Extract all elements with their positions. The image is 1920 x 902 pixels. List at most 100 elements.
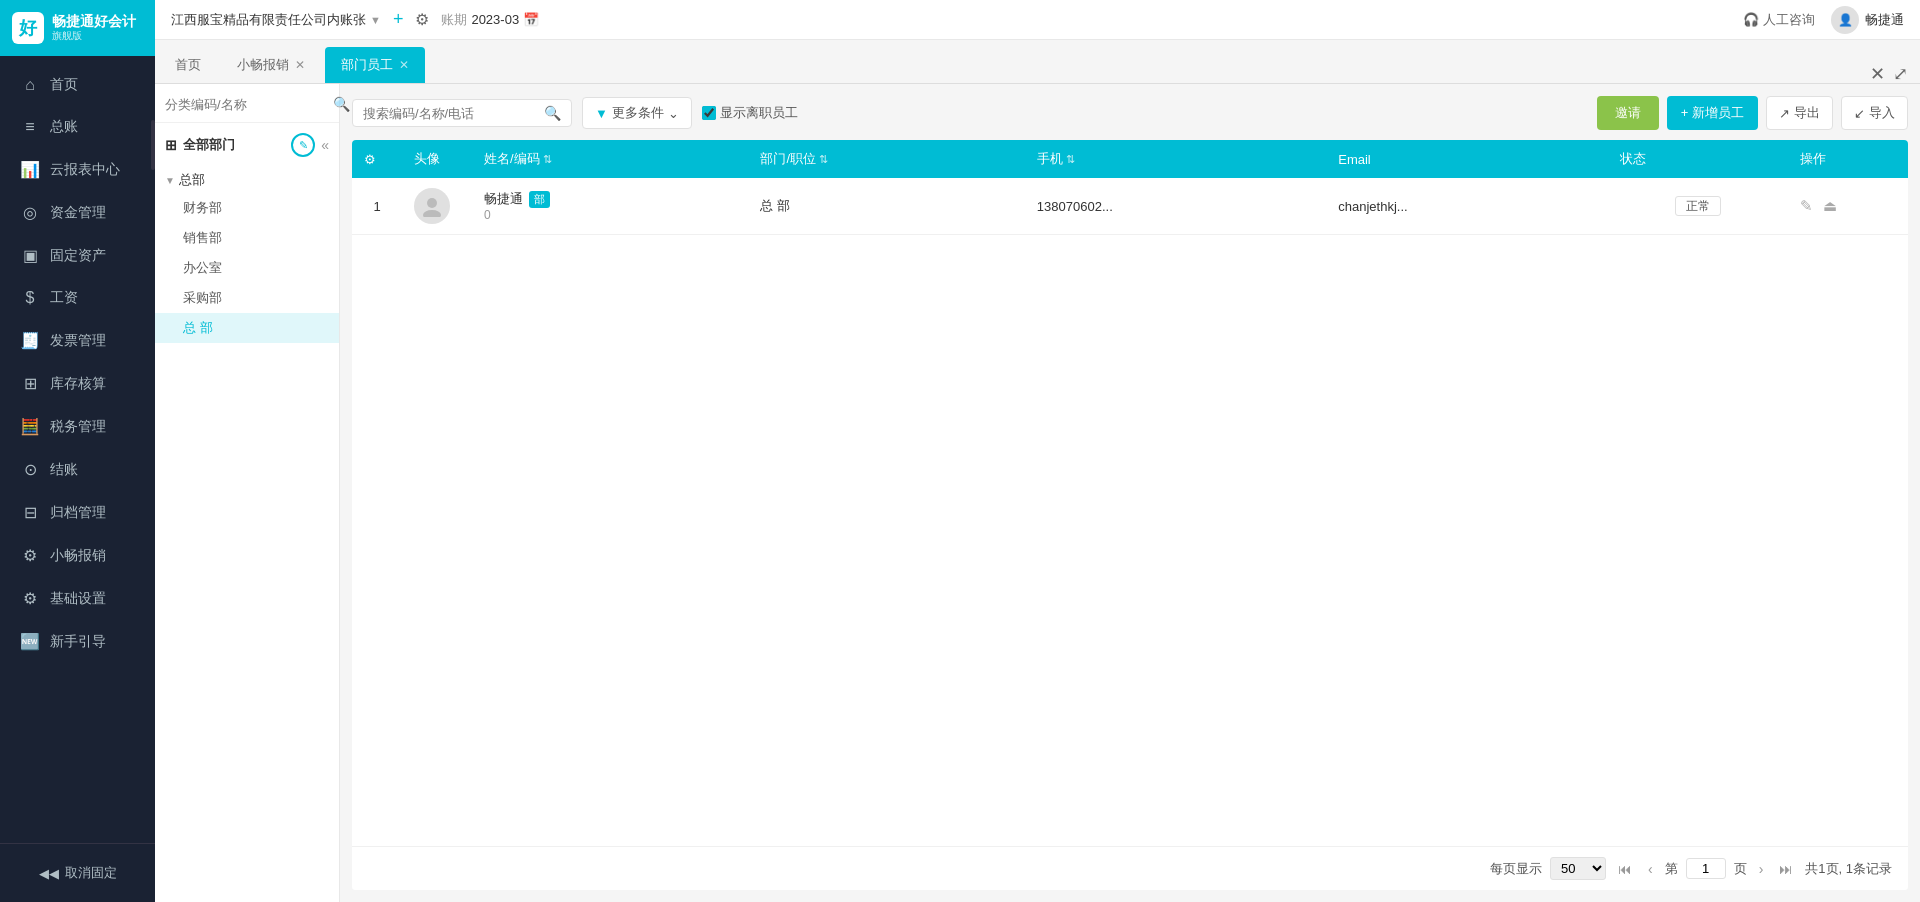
table-row: 1 畅捷通 xyxy=(352,178,1908,235)
employee-table: ⚙ 头像 姓名/编码⇅ 部门/职位⇅ 手机⇅ xyxy=(352,140,1908,235)
show-resigned-checkbox[interactable] xyxy=(702,106,716,120)
export-button[interactable]: ↗ 导出 xyxy=(1766,96,1833,130)
period-value: 2023-03 xyxy=(471,12,519,27)
col-action: 操作 xyxy=(1788,140,1908,178)
funds-icon: ◎ xyxy=(20,203,40,222)
dept-item-sales[interactable]: 销售部 xyxy=(155,223,339,253)
export-label: 导出 xyxy=(1794,104,1820,122)
company-selector[interactable]: 江西服宝精品有限责任公司内账张 ▼ xyxy=(171,11,381,29)
tab-xiaochang-close[interactable]: ✕ xyxy=(295,58,305,72)
col-settings[interactable]: ⚙ xyxy=(352,140,402,178)
inventory-icon: ⊞ xyxy=(20,374,40,393)
row-avatar xyxy=(402,178,472,235)
page-first-button[interactable]: ⏮ xyxy=(1614,859,1636,879)
dept-collapse-button[interactable]: « xyxy=(321,137,329,153)
dept-all-label[interactable]: ⊞ 全部部门 xyxy=(165,136,235,154)
xiaochang-icon: ⚙ xyxy=(20,546,40,565)
page-total: 共1页, 1条记录 xyxy=(1805,860,1892,878)
dept-search-input[interactable] xyxy=(165,97,333,112)
filter-label: 更多条件 xyxy=(612,104,664,122)
col-name[interactable]: 姓名/编码⇅ xyxy=(472,140,748,178)
dept-search-icon[interactable]: 🔍 xyxy=(333,96,350,112)
sidebar-item-guide[interactable]: 🆕 新手引导 xyxy=(0,620,155,663)
page-last-button[interactable]: ⏭ xyxy=(1775,859,1797,879)
sidebar-item-reports[interactable]: 📊 云报表中心 xyxy=(0,148,155,191)
sidebar-item-xiaochang[interactable]: ⚙ 小畅报销 xyxy=(0,534,155,577)
sidebar-item-funds[interactable]: ◎ 资金管理 xyxy=(0,191,155,234)
sidebar-item-assets[interactable]: ▣ 固定资产 xyxy=(0,234,155,277)
sidebar-item-settings[interactable]: ⚙ 基础设置 xyxy=(0,577,155,620)
calendar-icon[interactable]: 📅 xyxy=(523,12,539,27)
col-dept[interactable]: 部门/职位⇅ xyxy=(748,140,1024,178)
tab-dept-emp-close[interactable]: ✕ xyxy=(399,58,409,72)
page-next-button[interactable]: › xyxy=(1755,859,1768,879)
period-display: 账期 2023-03 📅 xyxy=(441,11,539,29)
dept-item-office[interactable]: 办公室 xyxy=(155,253,339,283)
sidebar-item-archive[interactable]: ⊟ 归档管理 xyxy=(0,491,155,534)
logo-icon: 好 xyxy=(12,12,44,44)
settings-col-icon: ⚙ xyxy=(364,152,376,167)
add-employee-button[interactable]: + 新增员工 xyxy=(1667,96,1758,130)
sidebar-bottom: ◀◀ 取消固定 xyxy=(0,843,155,902)
add-company-button[interactable]: + xyxy=(393,9,404,30)
sidebar-item-label: 税务管理 xyxy=(50,418,106,436)
salary-icon: $ xyxy=(20,289,40,307)
logout-employee-button[interactable]: ⏏ xyxy=(1823,197,1837,215)
page-prev-button[interactable]: ‹ xyxy=(1644,859,1657,879)
dept-item-general[interactable]: 总 部 xyxy=(155,313,339,343)
company-name: 江西服宝精品有限责任公司内账张 xyxy=(171,11,366,29)
avatar: 👤 xyxy=(1831,6,1859,34)
sidebar-item-close[interactable]: ⊙ 结账 xyxy=(0,448,155,491)
import-button[interactable]: ↙ 导入 xyxy=(1841,96,1908,130)
page-size-select[interactable]: 50 10 20 100 xyxy=(1550,857,1606,880)
emp-search-input[interactable] xyxy=(363,106,538,121)
tab-home[interactable]: 首页 xyxy=(159,47,217,83)
sidebar-item-inventory[interactable]: ⊞ 库存核算 xyxy=(0,362,155,405)
guide-icon: 🆕 xyxy=(20,632,40,651)
invite-button[interactable]: 邀请 xyxy=(1597,96,1659,130)
dept-header: ⊞ 全部部门 ✎ « xyxy=(155,123,339,163)
emp-search-box: 🔍 xyxy=(352,99,572,127)
sidebar-item-ledger[interactable]: ≡ 总账 xyxy=(0,106,155,148)
emp-search-icon[interactable]: 🔍 xyxy=(544,105,561,121)
emp-dept-badge: 部 xyxy=(529,191,550,208)
main-area: 江西服宝精品有限责任公司内账张 ▼ + ⚙ 账期 2023-03 📅 🎧 人工咨… xyxy=(155,0,1920,902)
dept-edit-button[interactable]: ✎ xyxy=(291,133,315,157)
action-icons: ✎ ⏏ xyxy=(1800,197,1896,215)
col-phone[interactable]: 手机⇅ xyxy=(1025,140,1326,178)
table-empty-space xyxy=(352,235,1908,846)
emp-filter-button[interactable]: ▼ 更多条件 ⌄ xyxy=(582,97,692,129)
tab-dept-emp[interactable]: 部门员工 ✕ xyxy=(325,47,425,83)
dept-item-finance[interactable]: 财务部 xyxy=(155,193,339,223)
dept-tree-root[interactable]: ▼ 总部 xyxy=(155,167,339,193)
cancel-pin-button[interactable]: ◀◀ 取消固定 xyxy=(0,854,155,892)
home-icon: ⌂ xyxy=(20,76,40,94)
sidebar-item-home[interactable]: ⌂ 首页 xyxy=(0,64,155,106)
settings-button[interactable]: ⚙ xyxy=(415,10,429,29)
dept-all-text: 全部部门 xyxy=(183,136,235,154)
dept-item-purchase[interactable]: 采购部 xyxy=(155,283,339,313)
dept-sidebar: 🔍 ⊞ 全部部门 ✎ « ▼ 总部 财务部 销售部 办公室 xyxy=(155,84,340,902)
sidebar-item-label: 基础设置 xyxy=(50,590,106,608)
page-input[interactable] xyxy=(1686,858,1726,879)
show-resigned-text: 显示离职员工 xyxy=(720,104,798,122)
edit-employee-button[interactable]: ✎ xyxy=(1800,197,1813,215)
app-logo: 好 畅捷通好会计 旗舰版 xyxy=(0,0,155,56)
row-dept-cell: 总 部 xyxy=(748,178,1024,235)
sidebar-item-invoice[interactable]: 🧾 发票管理 xyxy=(0,319,155,362)
sidebar-nav: ⌂ 首页 ≡ 总账 📊 云报表中心 ◎ 资金管理 ▣ 固定资产 $ 工资 🧾 发… xyxy=(0,56,155,843)
sort-arrows-dept: ⇅ xyxy=(819,153,828,165)
tab-close-current-button[interactable]: ✕ xyxy=(1870,65,1885,83)
tab-xiaochang[interactable]: 小畅报销 ✕ xyxy=(221,47,321,83)
user-menu[interactable]: 👤 畅捷通 xyxy=(1831,6,1904,34)
show-resigned-label[interactable]: 显示离职员工 xyxy=(702,104,798,122)
sidebar-item-tax[interactable]: 🧮 税务管理 xyxy=(0,405,155,448)
tab-expand-button[interactable]: ⤢ xyxy=(1893,65,1908,83)
support-button[interactable]: 🎧 人工咨询 xyxy=(1743,11,1815,29)
import-label: 导入 xyxy=(1869,104,1895,122)
app-name: 畅捷通好会计 xyxy=(52,13,136,30)
sidebar-item-salary[interactable]: $ 工资 xyxy=(0,277,155,319)
tabs-right-controls: ✕ ⤢ xyxy=(1858,65,1920,83)
emp-code: 0 xyxy=(484,208,736,222)
row-status: 正常 xyxy=(1608,178,1788,235)
